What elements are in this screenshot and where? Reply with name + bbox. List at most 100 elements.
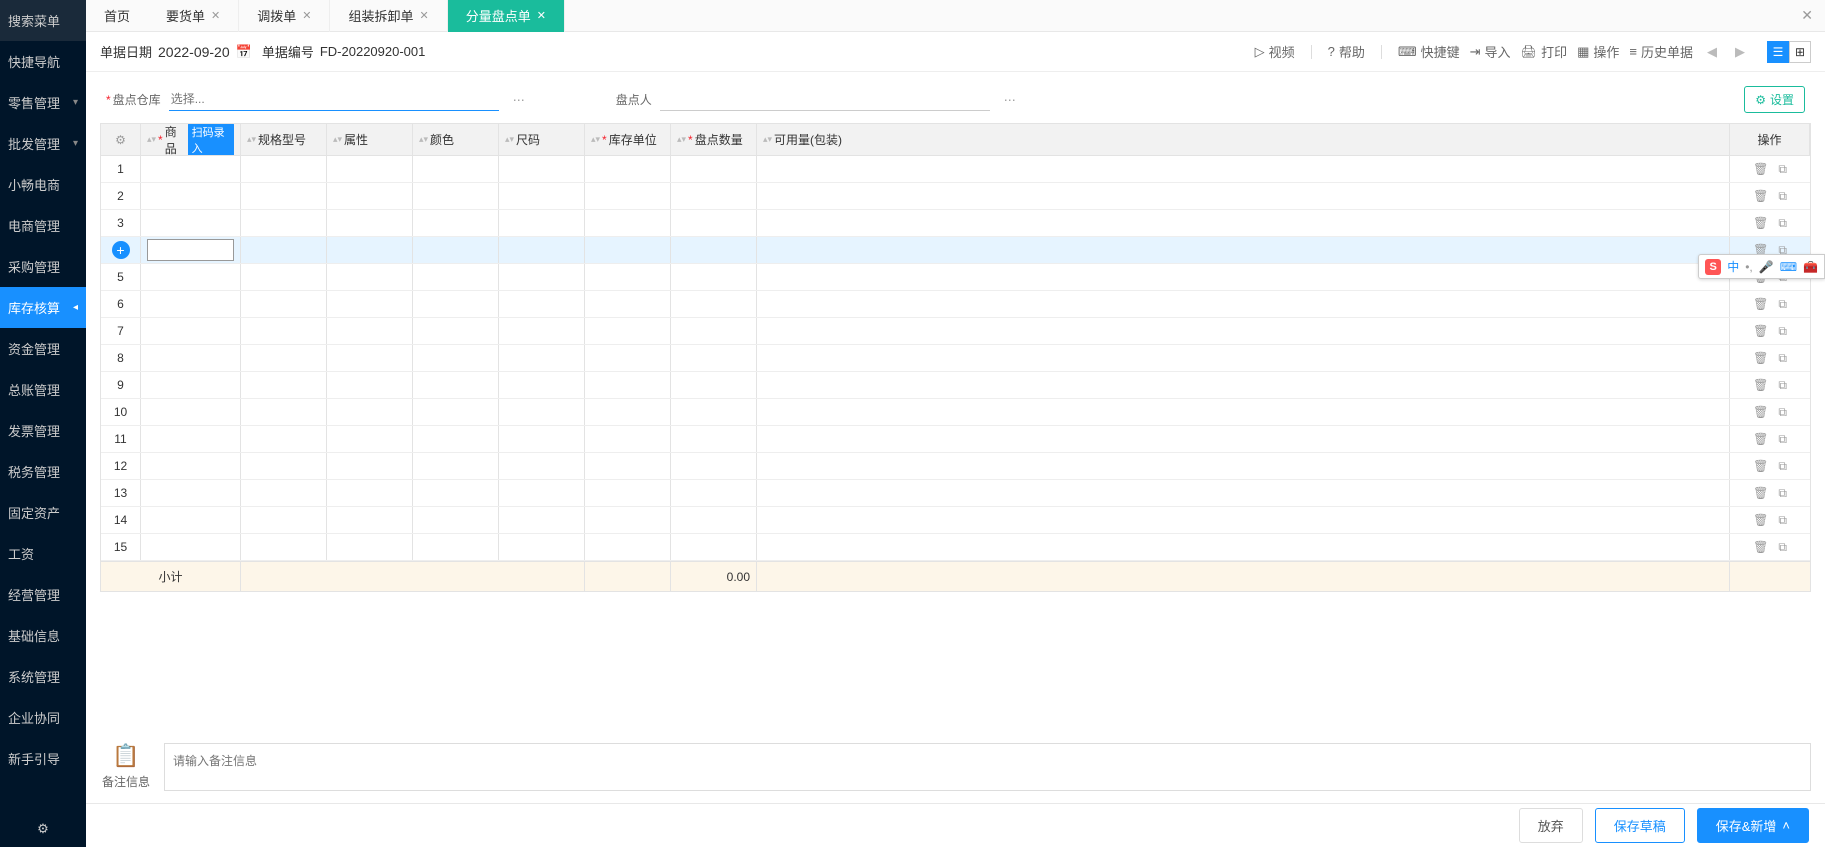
shortcut-link[interactable]: ⌨快捷键: [1398, 42, 1460, 61]
delete-icon[interactable]: 🗑: [1753, 189, 1768, 204]
table-row[interactable]: 2🗑⧉: [101, 183, 1810, 210]
prev-arrow[interactable]: ◀: [1703, 44, 1721, 60]
save-new-button[interactable]: 保存&新增˄: [1697, 808, 1809, 843]
table-row[interactable]: 14🗑⧉: [101, 507, 1810, 534]
delete-icon[interactable]: 🗑: [1753, 351, 1768, 366]
table-row[interactable]: 11🗑⧉: [101, 426, 1810, 453]
import-link[interactable]: ⇥导入: [1470, 42, 1511, 61]
sidebar-settings[interactable]: ⚙: [0, 811, 86, 847]
tab-home[interactable]: 首页: [86, 0, 148, 32]
warehouse-input[interactable]: [169, 88, 499, 111]
close-all-tabs[interactable]: ✕: [1789, 7, 1825, 24]
delete-icon[interactable]: 🗑: [1753, 297, 1768, 312]
view-list[interactable]: ☰: [1767, 41, 1789, 63]
delete-icon[interactable]: 🗑: [1753, 162, 1768, 177]
delete-icon[interactable]: 🗑: [1753, 432, 1768, 447]
close-icon[interactable]: ✕: [420, 9, 429, 22]
print-link[interactable]: 🖨打印: [1521, 42, 1568, 61]
copy-icon[interactable]: ⧉: [1778, 486, 1787, 501]
add-row-button[interactable]: +: [112, 241, 130, 259]
sidebar-item-quicknav[interactable]: 快捷导航: [0, 41, 86, 82]
copy-icon[interactable]: ⧉: [1778, 540, 1787, 555]
col-spec[interactable]: ▴▾规格型号: [241, 124, 327, 155]
copy-icon[interactable]: ⧉: [1778, 297, 1787, 312]
delete-icon[interactable]: 🗑: [1753, 405, 1768, 420]
copy-icon[interactable]: ⧉: [1778, 432, 1787, 447]
copy-icon[interactable]: ⧉: [1778, 459, 1787, 474]
sidebar-item-basicinfo[interactable]: 基础信息: [0, 615, 86, 656]
table-row[interactable]: 9🗑⧉: [101, 372, 1810, 399]
sidebar-item-system[interactable]: 系统管理: [0, 656, 86, 697]
sidebar-item-ledger[interactable]: 总账管理: [0, 369, 86, 410]
table-row[interactable]: 1🗑⧉: [101, 156, 1810, 183]
ime-lang[interactable]: 中: [1727, 258, 1739, 275]
settings-button[interactable]: ⚙设置: [1744, 86, 1805, 113]
more-icon[interactable]: ⋯: [1004, 93, 1017, 107]
sidebar-item-salary[interactable]: 工资: [0, 533, 86, 574]
table-row[interactable]: 10🗑⧉: [101, 399, 1810, 426]
delete-icon[interactable]: 🗑: [1753, 324, 1768, 339]
help-link[interactable]: ?帮助: [1328, 42, 1365, 61]
close-icon[interactable]: ✕: [211, 9, 220, 22]
delete-icon[interactable]: 🗑: [1753, 378, 1768, 393]
table-row[interactable]: 13🗑⧉: [101, 480, 1810, 507]
ime-mic-icon[interactable]: 🎤: [1759, 260, 1774, 274]
tab-request[interactable]: 要货单✕: [148, 0, 239, 32]
table-row[interactable]: 12🗑⧉: [101, 453, 1810, 480]
sidebar-item-guide[interactable]: 新手引导: [0, 738, 86, 779]
sidebar-item-invoice[interactable]: 发票管理: [0, 410, 86, 451]
delete-icon[interactable]: 🗑: [1753, 513, 1768, 528]
col-color[interactable]: ▴▾颜色: [413, 124, 499, 155]
sidebar-item-tax[interactable]: 税务管理: [0, 451, 86, 492]
delete-icon[interactable]: 🗑: [1753, 216, 1768, 231]
scan-badge[interactable]: 扫码录入: [188, 124, 234, 155]
col-size[interactable]: ▴▾尺码: [499, 124, 585, 155]
history-link[interactable]: ≡历史单据: [1629, 42, 1693, 61]
copy-icon[interactable]: ⧉: [1778, 189, 1787, 204]
video-link[interactable]: ▷视频: [1255, 42, 1295, 61]
remarks-input[interactable]: [164, 743, 1811, 791]
sidebar-item-assets[interactable]: 固定资产: [0, 492, 86, 533]
sidebar-item-retail[interactable]: 零售管理▾: [0, 82, 86, 123]
ime-punct-icon[interactable]: •,: [1745, 260, 1753, 274]
copy-icon[interactable]: ⧉: [1778, 378, 1787, 393]
ime-toolbar[interactable]: S 中 •, 🎤 ⌨ 🧰: [1698, 254, 1825, 279]
sidebar-item-ecommerce[interactable]: 电商管理: [0, 205, 86, 246]
col-product[interactable]: ▴▾*商品扫码录入: [141, 124, 241, 155]
delete-icon[interactable]: 🗑: [1753, 486, 1768, 501]
close-icon[interactable]: ✕: [302, 9, 311, 22]
copy-icon[interactable]: ⧉: [1778, 405, 1787, 420]
sidebar-item-purchase[interactable]: 采购管理: [0, 246, 86, 287]
table-row[interactable]: 6🗑⧉: [101, 291, 1810, 318]
copy-icon[interactable]: ⧉: [1778, 324, 1787, 339]
copy-icon[interactable]: ⧉: [1778, 162, 1787, 177]
operate-link[interactable]: ▦操作: [1577, 42, 1619, 61]
delete-icon[interactable]: 🗑: [1753, 459, 1768, 474]
sidebar-item-funds[interactable]: 资金管理: [0, 328, 86, 369]
sidebar-item-inventory[interactable]: 库存核算◂: [0, 287, 86, 328]
copy-icon[interactable]: ⧉: [1778, 216, 1787, 231]
table-row[interactable]: +🗑⧉: [101, 237, 1810, 264]
col-gear[interactable]: ⚙: [101, 124, 141, 155]
tab-assembly[interactable]: 组装拆卸单✕: [330, 0, 447, 32]
next-arrow[interactable]: ▶: [1731, 44, 1749, 60]
person-input[interactable]: [660, 88, 990, 111]
col-qty[interactable]: ▴▾*盘点数量: [671, 124, 757, 155]
copy-icon[interactable]: ⧉: [1778, 513, 1787, 528]
sidebar-item-xiaochang[interactable]: 小畅电商: [0, 164, 86, 205]
save-draft-button[interactable]: 保存草稿: [1595, 808, 1685, 843]
date-value[interactable]: 2022-09-20: [158, 44, 230, 60]
sidebar-item-wholesale[interactable]: 批发管理▾: [0, 123, 86, 164]
calendar-icon[interactable]: 📅: [236, 44, 252, 60]
table-row[interactable]: 15🗑⧉: [101, 534, 1810, 561]
sidebar-item-search-menu[interactable]: 搜索菜单: [0, 0, 86, 41]
table-row[interactable]: 7🗑⧉: [101, 318, 1810, 345]
tab-transfer[interactable]: 调拨单✕: [239, 0, 330, 32]
col-unit[interactable]: ▴▾*库存单位: [585, 124, 671, 155]
table-row[interactable]: 3🗑⧉: [101, 210, 1810, 237]
product-cell-input[interactable]: [147, 239, 234, 261]
table-row[interactable]: 8🗑⧉: [101, 345, 1810, 372]
view-grid[interactable]: ⊞: [1789, 41, 1811, 63]
copy-icon[interactable]: ⧉: [1778, 351, 1787, 366]
ime-keyboard-icon[interactable]: ⌨: [1780, 260, 1797, 274]
